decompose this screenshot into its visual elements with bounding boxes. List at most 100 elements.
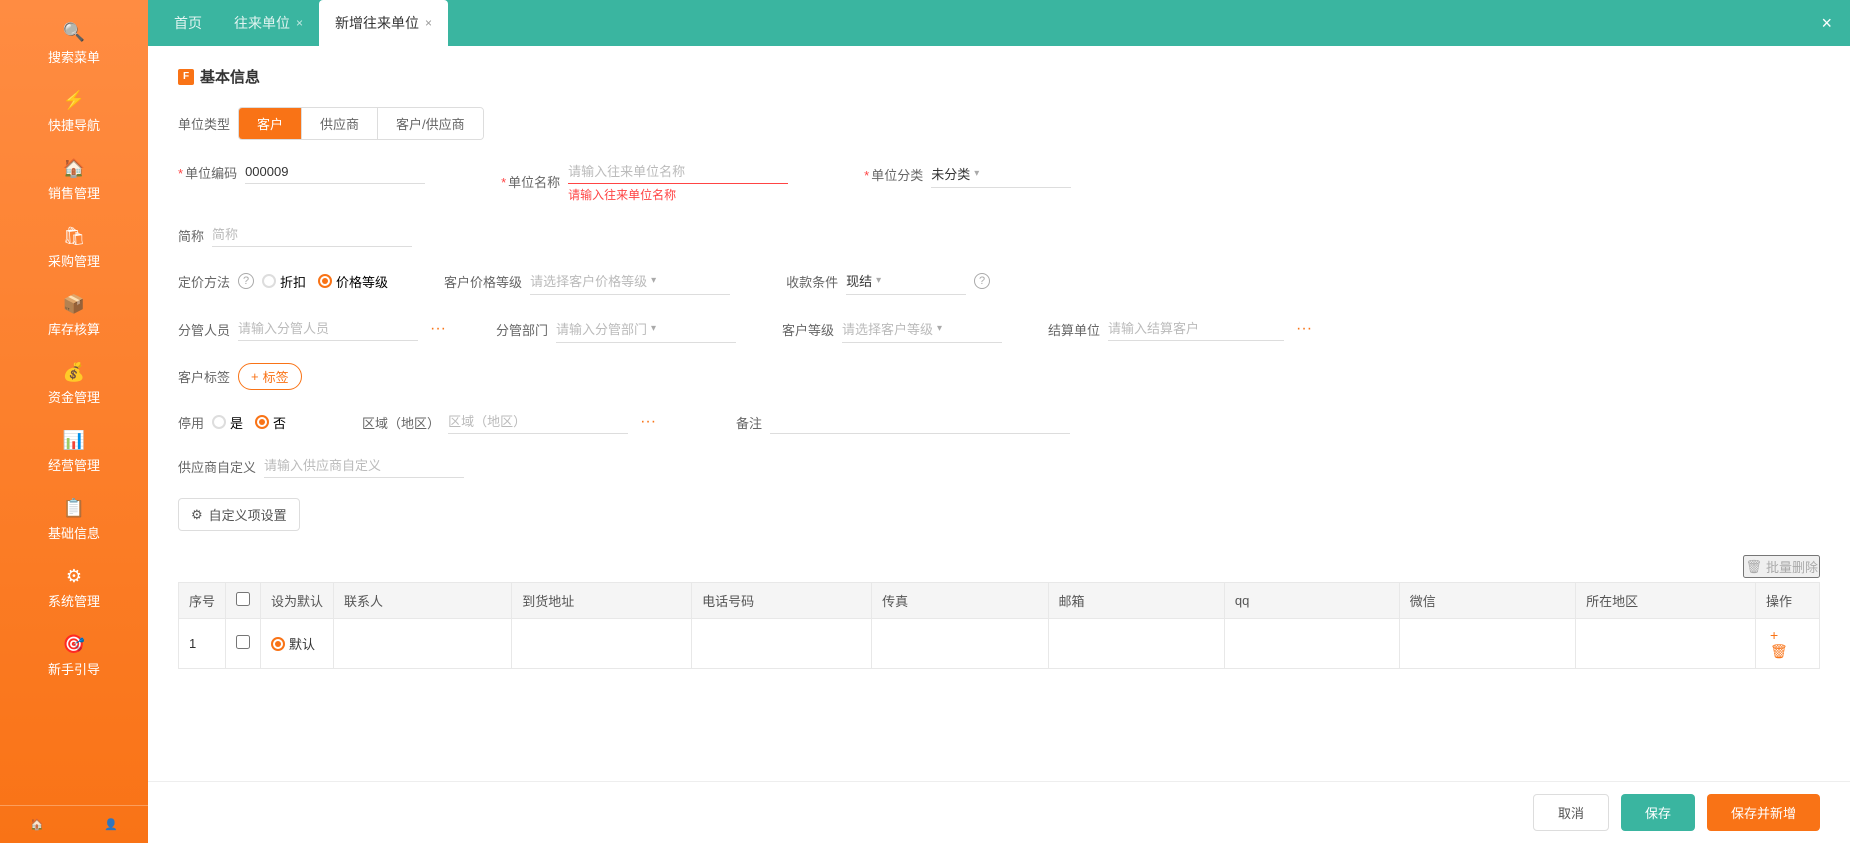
row-phone-input[interactable] <box>702 636 861 651</box>
row-qq-input[interactable] <box>1235 636 1389 651</box>
disabled-row: 停用 是 否 区域（地区） <box>178 410 1820 434</box>
row-qq[interactable] <box>1224 619 1399 669</box>
sidebar-item-quick-nav[interactable]: ⚡ 快捷导航 <box>0 78 148 146</box>
row-email-input[interactable] <box>1059 636 1214 651</box>
customer-price-level-select[interactable]: 请选择客户价格等级 ▾ <box>530 267 730 295</box>
tab-partners[interactable]: 往来单位 × <box>218 0 319 46</box>
custom-settings-label: 自定义项设置 <box>209 505 287 524</box>
sidebar-item-system[interactable]: ⚙ 系统管理 <box>0 554 148 622</box>
custom-settings-button[interactable]: ⚙ 自定义项设置 <box>178 498 300 531</box>
unit-name-input[interactable] <box>568 160 788 184</box>
sidebar-item-sales[interactable]: 🏠 销售管理 <box>0 146 148 214</box>
row-fax-input[interactable] <box>882 636 1037 651</box>
row-ops: + 🗑 <box>1756 619 1820 669</box>
sidebar-item-operations[interactable]: 📊 经营管理 <box>0 418 148 486</box>
lightning-icon: ⚡ <box>63 90 85 111</box>
sidebar-item-new-guide[interactable]: 🎯 新手引导 <box>0 622 148 690</box>
tab-partners-label: 往来单位 <box>234 13 290 33</box>
unit-name-label: 单位名称 <box>501 172 560 191</box>
row-region-input[interactable] <box>1586 636 1745 651</box>
type-btn-supplier[interactable]: 供应商 <box>302 108 378 139</box>
tab-new-partner-close[interactable]: × <box>425 16 432 30</box>
manager-label: 分管人员 <box>178 320 230 339</box>
manager-row: 分管人员 ··· 分管部门 请输入分管部门 ▾ 客户等级 请选择客户等级 <box>178 315 1820 343</box>
unit-name-wrap: 请输入往来单位名称 <box>568 160 788 203</box>
col-phone: 电话号码 <box>692 583 872 619</box>
tab-partners-close[interactable]: × <box>296 16 303 30</box>
remark-input[interactable] <box>770 410 1070 434</box>
pricing-discount-option[interactable]: 折扣 <box>262 272 306 291</box>
save-button[interactable]: 保存 <box>1621 794 1695 831</box>
batch-delete-wrap: 🗑 批量删除 <box>178 555 1820 578</box>
department-chevron: ▾ <box>651 323 656 334</box>
row-checkbox[interactable] <box>236 635 250 649</box>
sidebar-item-finance[interactable]: 💰 资金管理 <box>0 350 148 418</box>
unit-category-label: 单位分类 <box>864 165 923 184</box>
supplier-custom-row: 供应商自定义 <box>178 454 1820 478</box>
row-wechat[interactable] <box>1399 619 1575 669</box>
type-btn-customer[interactable]: 客户 <box>239 108 302 139</box>
window-close-button[interactable]: × <box>1813 13 1840 34</box>
row-contact-input[interactable] <box>344 636 501 651</box>
settlement-more-btn[interactable]: ··· <box>1292 320 1316 338</box>
tab-home[interactable]: 首页 <box>158 0 218 46</box>
row-fax[interactable] <box>872 619 1048 669</box>
supplier-custom-label: 供应商自定义 <box>178 457 256 476</box>
department-select[interactable]: 请输入分管部门 ▾ <box>556 315 736 343</box>
sidebar-bottom-home[interactable]: 🏠 <box>0 814 74 835</box>
sidebar-item-search[interactable]: 🔍 搜索菜单 <box>0 10 148 78</box>
pricing-level-option[interactable]: 价格等级 <box>318 272 388 291</box>
region-input[interactable] <box>448 410 628 434</box>
disabled-yes-option[interactable]: 是 <box>212 413 243 432</box>
row-add-button[interactable]: + <box>1766 627 1782 643</box>
table-select-all[interactable] <box>236 592 250 606</box>
col-check <box>226 583 261 619</box>
disabled-no-option[interactable]: 否 <box>255 413 286 432</box>
manager-input[interactable] <box>238 317 418 341</box>
unit-category-chevron: ▾ <box>974 168 979 179</box>
disabled-radio-group: 是 否 <box>212 413 286 432</box>
batch-delete-button[interactable]: 🗑 批量删除 <box>1743 555 1820 578</box>
sidebar-item-purchase[interactable]: 🛍 采购管理 <box>0 214 148 282</box>
contact-table: 序号 设为默认 联系人 到货地址 电话号码 传真 邮箱 qq 微信 所在地区 操… <box>178 582 1820 669</box>
payment-terms-value: 现结 <box>846 271 872 290</box>
tab-home-label: 首页 <box>174 13 202 33</box>
search-icon: 🔍 <box>63 22 85 43</box>
payment-terms-select[interactable]: 现结 ▾ <box>846 267 966 295</box>
pricing-help-icon[interactable]: ? <box>238 273 254 289</box>
row-contact[interactable] <box>334 619 512 669</box>
col-contact: 联系人 <box>334 583 512 619</box>
row-delete-button[interactable]: 🗑 <box>1766 643 1792 660</box>
row-default-radio-item[interactable]: 默认 <box>271 634 323 653</box>
save-new-button[interactable]: 保存并新增 <box>1707 794 1820 831</box>
col-qq: qq <box>1224 583 1399 619</box>
row-email[interactable] <box>1048 619 1224 669</box>
settlement-unit-input[interactable] <box>1108 317 1284 341</box>
row-region[interactable] <box>1576 619 1756 669</box>
payment-terms-help-icon[interactable]: ? <box>974 273 990 289</box>
col-ops: 操作 <box>1756 583 1820 619</box>
unit-type-field: 单位类型 客户 供应商 客户/供应商 <box>178 107 484 140</box>
add-tag-button[interactable]: + 标签 <box>238 363 302 390</box>
type-btn-both[interactable]: 客户/供应商 <box>378 108 483 139</box>
unit-category-select[interactable]: 未分类 ▾ <box>931 160 1071 188</box>
customer-level-select[interactable]: 请选择客户等级 ▾ <box>842 315 1002 343</box>
row-address-input[interactable] <box>522 636 681 651</box>
tab-new-partner[interactable]: 新增往来单位 × <box>319 0 448 46</box>
sidebar-bottom-user[interactable]: 👤 <box>74 814 148 835</box>
sidebar-item-inventory[interactable]: 📦 库存核算 <box>0 282 148 350</box>
region-more-btn[interactable]: ··· <box>636 413 660 431</box>
sidebar-item-basic-info[interactable]: 📋 基础信息 <box>0 486 148 554</box>
col-region: 所在地区 <box>1576 583 1756 619</box>
unit-code-input[interactable] <box>245 160 425 184</box>
supplier-custom-input[interactable] <box>264 454 464 478</box>
row-address[interactable] <box>512 619 692 669</box>
cancel-button[interactable]: 取消 <box>1533 794 1609 831</box>
add-tag-label: 标签 <box>263 367 289 386</box>
payment-terms-field: 收款条件 现结 ▾ ? <box>786 267 990 295</box>
short-name-input[interactable] <box>212 223 412 247</box>
row-wechat-input[interactable] <box>1410 636 1565 651</box>
row-phone[interactable] <box>692 619 872 669</box>
payment-terms-chevron: ▾ <box>876 275 881 286</box>
manager-more-btn[interactable]: ··· <box>426 320 450 338</box>
